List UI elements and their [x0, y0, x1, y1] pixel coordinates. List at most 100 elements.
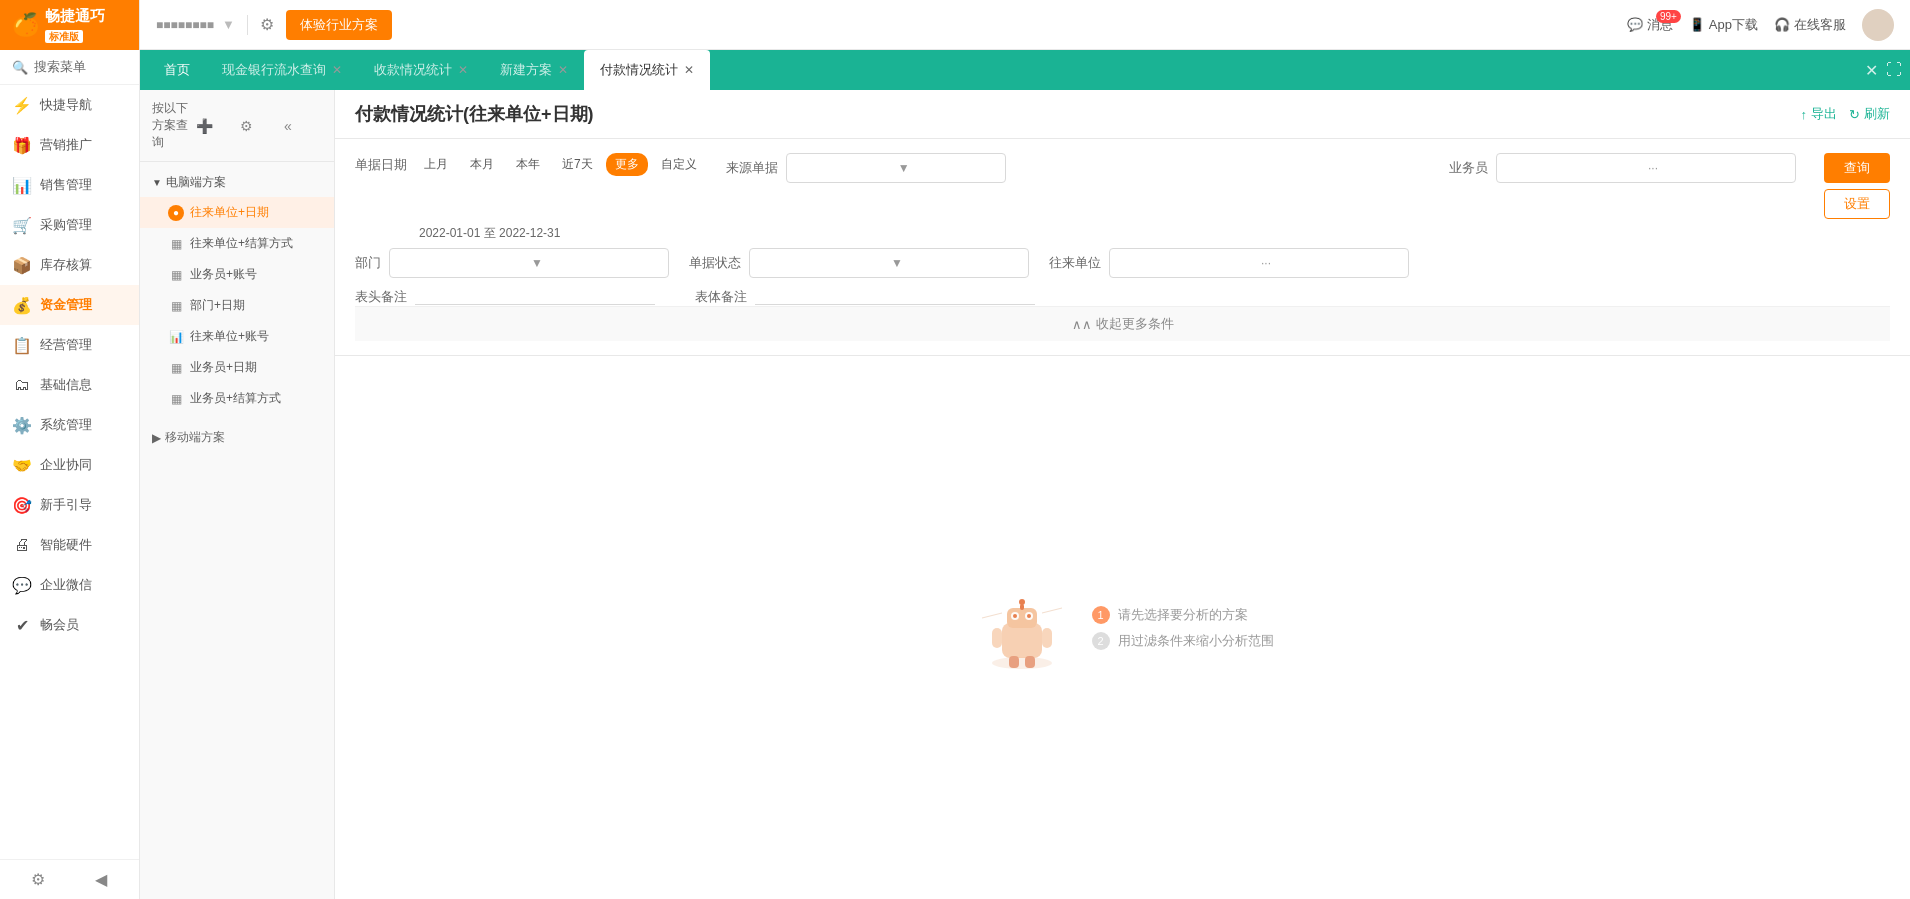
scheme-item-label-6: 业务员+结算方式: [190, 390, 281, 407]
settings-btn[interactable]: ⚙: [10, 870, 66, 889]
source-and-salesperson: 来源单据 ▼ 业务员 ···: [726, 153, 1796, 183]
counterpart-select[interactable]: ···: [1109, 248, 1409, 278]
scheme-item-5[interactable]: ▦ 业务员+日期: [140, 352, 334, 383]
online-service-btn[interactable]: 🎧 在线客服: [1774, 16, 1846, 34]
user-avatar[interactable]: [1862, 9, 1894, 41]
scheme-item-label-1: 往来单位+结算方式: [190, 235, 293, 252]
svg-point-6: [1027, 614, 1031, 618]
svg-point-0: [992, 657, 1052, 669]
filter-row-1: 单据日期 上月 本月 本年 近7天 更多 自定义 来源单据: [355, 153, 1890, 219]
svg-rect-2: [1007, 608, 1037, 628]
empty-content: 1 请先选择要分析的方案 2 用过滤条件来缩小分析范围: [972, 578, 1274, 678]
query-btn[interactable]: 查询: [1824, 153, 1890, 183]
sidebar-item-quicknav[interactable]: ⚡ 快捷导航: [0, 85, 139, 125]
edit-scheme-btn[interactable]: ⚙: [240, 118, 278, 134]
system-icon: ⚙️: [12, 415, 32, 435]
topbar-logo: ■■■■■■■■ ▼: [156, 17, 235, 32]
date-btn-7days[interactable]: 近7天: [553, 153, 602, 176]
sidebar-item-basic-info[interactable]: 🗂 基础信息: [0, 365, 139, 405]
collapse-sidebar-btn[interactable]: ◀: [74, 870, 130, 889]
source-filter: 来源单据 ▼: [726, 153, 1006, 183]
export-label: 导出: [1811, 105, 1837, 123]
sidebar-item-marketing[interactable]: 🎁 营销推广: [0, 125, 139, 165]
sidebar-label-quicknav: 快捷导航: [40, 96, 92, 114]
finance-icon: 💰: [12, 295, 32, 315]
sidebar-item-member[interactable]: ✔ 畅会员: [0, 605, 139, 645]
body-note-label: 表体备注: [695, 288, 747, 306]
sidebar: 🍊 畅捷通巧 标准版 🔍 搜索菜单 ⚡ 快捷导航 🎁 营销推广 📊 销售管理 🛒…: [0, 0, 140, 899]
topbar-breadcrumb: ■■■■■■■■: [156, 18, 214, 32]
mobile-group-title[interactable]: ▶ 移动端方案: [140, 424, 334, 451]
trial-btn[interactable]: 体验行业方案: [286, 10, 392, 40]
member-icon: ✔: [12, 615, 32, 635]
scheme-item-label-3: 部门+日期: [190, 297, 245, 314]
sidebar-label-system: 系统管理: [40, 416, 92, 434]
sidebar-item-hardware[interactable]: 🖨 智能硬件: [0, 525, 139, 565]
collapse-more-btn[interactable]: ∧∧ 收起更多条件: [1072, 315, 1174, 333]
desktop-group-label: 电脑端方案: [166, 174, 226, 191]
refresh-btn[interactable]: ↻ 刷新: [1849, 105, 1890, 123]
app-download-btn[interactable]: 📱 App下载: [1689, 16, 1758, 34]
search-menu[interactable]: 🔍 搜索菜单: [0, 50, 139, 85]
scheme-icon-3: ▦: [168, 298, 184, 314]
tab-newplan-close[interactable]: ✕: [558, 63, 568, 77]
sidebar-item-newbie[interactable]: 🎯 新手引导: [0, 485, 139, 525]
tab-paymentstat-close[interactable]: ✕: [684, 63, 694, 77]
scheme-item-0[interactable]: ● 往来单位+日期: [140, 197, 334, 228]
body-note-filter: 表体备注: [695, 288, 1035, 306]
message-btn[interactable]: 💬 消息 99+: [1627, 16, 1673, 34]
tip-text-1: 请先选择要分析的方案: [1118, 606, 1248, 624]
tab-bank-close[interactable]: ✕: [332, 63, 342, 77]
sidebar-item-sales[interactable]: 📊 销售管理: [0, 165, 139, 205]
sidebar-item-weixin[interactable]: 💬 企业微信: [0, 565, 139, 605]
operation-icon: 📋: [12, 335, 32, 355]
tab-receipt[interactable]: 收款情况统计 ✕: [358, 50, 484, 90]
add-scheme-btn[interactable]: ➕: [196, 118, 234, 134]
date-btn-more[interactable]: 更多: [606, 153, 648, 176]
service-icon: 🎧: [1774, 17, 1790, 32]
main-area: ■■■■■■■■ ▼ ⚙ 体验行业方案 💬 消息 99+ 📱 App下载 🎧 在…: [140, 0, 1910, 899]
sidebar-item-purchase[interactable]: 🛒 采购管理: [0, 205, 139, 245]
tab-bank[interactable]: 现金银行流水查询 ✕: [206, 50, 358, 90]
source-select[interactable]: ▼: [786, 153, 1006, 183]
date-btn-last-month[interactable]: 上月: [415, 153, 457, 176]
dept-select[interactable]: ▼: [389, 248, 669, 278]
inventory-icon: 📦: [12, 255, 32, 275]
collapse-panel-btn[interactable]: «: [284, 118, 322, 134]
docstatus-label: 单据状态: [689, 254, 741, 272]
docstatus-filter: 单据状态 ▼: [689, 248, 1029, 278]
desktop-scheme-group: ▼ 电脑端方案 ● 往来单位+日期 ▦ 往来单位+结算方式 ▦ 业务员+账号 ▦: [140, 162, 334, 420]
scheme-item-6[interactable]: ▦ 业务员+结算方式: [140, 383, 334, 414]
tab-home[interactable]: 首页: [148, 50, 206, 90]
sidebar-label-enterprise: 企业协同: [40, 456, 92, 474]
date-btn-this-month[interactable]: 本月: [461, 153, 503, 176]
docstatus-select[interactable]: ▼: [749, 248, 1029, 278]
sidebar-item-enterprise[interactable]: 🤝 企业协同: [0, 445, 139, 485]
salesperson-dots: ···: [1648, 161, 1787, 175]
sidebar-item-finance[interactable]: 💰 资金管理: [0, 285, 139, 325]
sidebar-item-inventory[interactable]: 📦 库存核算: [0, 245, 139, 285]
filter-settings-btn[interactable]: 设置: [1824, 189, 1890, 219]
fullscreen-btn[interactable]: ⛶: [1886, 61, 1902, 80]
tab-receipt-close[interactable]: ✕: [458, 63, 468, 77]
sales-icon: 📊: [12, 175, 32, 195]
hardware-icon: 🖨: [12, 535, 32, 555]
scheme-item-2[interactable]: ▦ 业务员+账号: [140, 259, 334, 290]
settings-icon[interactable]: ⚙: [260, 15, 274, 34]
date-btn-this-year[interactable]: 本年: [507, 153, 549, 176]
sidebar-item-operation[interactable]: 📋 经营管理: [0, 325, 139, 365]
tab-payment-stat[interactable]: 付款情况统计 ✕: [584, 50, 710, 90]
scheme-item-3[interactable]: ▦ 部门+日期: [140, 290, 334, 321]
scheme-item-1[interactable]: ▦ 往来单位+结算方式: [140, 228, 334, 259]
scheme-item-4[interactable]: 📊 往来单位+账号: [140, 321, 334, 352]
desktop-group-title[interactable]: ▼ 电脑端方案: [140, 168, 334, 197]
date-btn-custom[interactable]: 自定义: [652, 153, 706, 176]
sidebar-item-system[interactable]: ⚙️ 系统管理: [0, 405, 139, 445]
scheme-item-label-2: 业务员+账号: [190, 266, 257, 283]
export-btn[interactable]: ↑ 导出: [1801, 105, 1838, 123]
salesperson-select[interactable]: ···: [1496, 153, 1796, 183]
collapse-arrow-icon: ∧∧: [1072, 317, 1092, 332]
header-note-filter: 表头备注: [355, 288, 655, 306]
close-all-tabs-btn[interactable]: ✕: [1865, 61, 1878, 80]
tab-new-plan[interactable]: 新建方案 ✕: [484, 50, 584, 90]
